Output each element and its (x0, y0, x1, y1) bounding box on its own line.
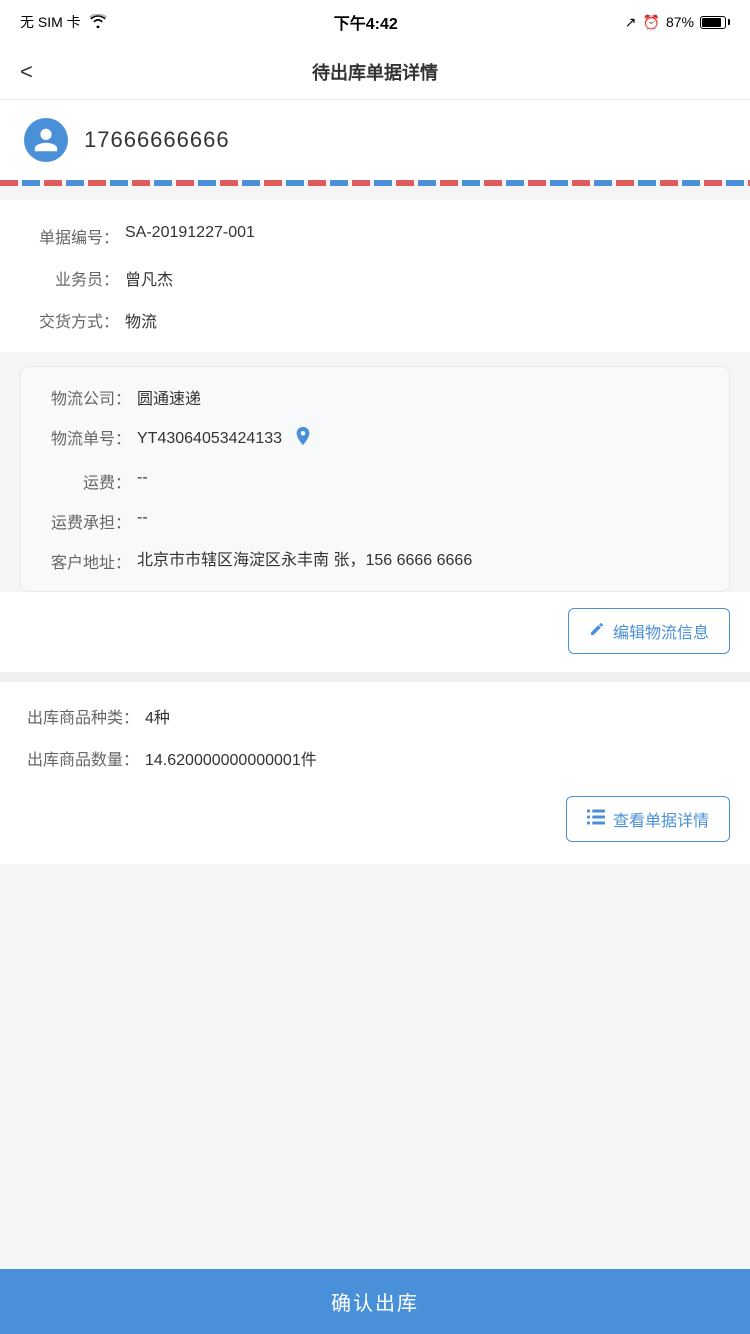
tracking-number: YT43064053424133 (137, 430, 282, 448)
freight-row: 运费： -- (41, 469, 709, 493)
freight-value: -- (131, 469, 709, 487)
salesman-label: 业务员： (24, 266, 119, 290)
dashed-divider (0, 180, 750, 186)
user-row: 17666666666 (0, 100, 750, 180)
salesman-value: 曾凡杰 (119, 266, 726, 290)
status-time: 下午4:42 (334, 10, 398, 34)
confirm-outbound-button[interactable]: 确认出库 (20, 1287, 730, 1316)
edit-logistics-section: 编辑物流信息 (0, 592, 750, 672)
back-button[interactable]: < (20, 51, 45, 93)
delivery-row: 交货方式： 物流 (24, 308, 726, 332)
wifi-icon (89, 14, 107, 31)
address-label: 客户地址： (41, 549, 131, 573)
user-phone: 17666666666 (84, 127, 230, 153)
section-divider-1 (0, 672, 750, 682)
confirm-btn-wrap: 确认出库 (0, 1269, 750, 1334)
product-quantity-value: 14.620000000000001件 (139, 746, 726, 770)
tracking-row: 物流单号： YT43064053424133 (41, 425, 709, 453)
product-quantity-label: 出库商品数量： (24, 746, 139, 770)
edit-logistics-button[interactable]: 编辑物流信息 (568, 608, 730, 654)
product-summary-section: 出库商品种类： 4种 出库商品数量： 14.620000000000001件 (0, 682, 750, 792)
view-detail-label: 查看单据详情 (613, 807, 709, 831)
logistics-company-row: 物流公司： 圆通速递 (41, 385, 709, 409)
order-info-section: 单据编号： SA-20191227-001 业务员： 曾凡杰 交货方式： 物流 (0, 200, 750, 352)
freight-bear-row: 运费承担： -- (41, 509, 709, 533)
status-bar: 无 SIM 卡 下午4:42 ↗ ⏰ 87% (0, 0, 750, 44)
order-no-row: 单据编号： SA-20191227-001 (24, 224, 726, 248)
product-types-label: 出库商品种类： (24, 704, 139, 728)
product-types-value: 4种 (139, 704, 726, 728)
alarm-status-icon: ⏰ (643, 14, 660, 31)
salesman-row: 业务员： 曾凡杰 (24, 266, 726, 290)
delivery-value: 物流 (119, 308, 726, 332)
person-icon (32, 126, 60, 154)
address-row: 客户地址： 北京市市辖区海淀区永丰南 张，156 6666 6666 (41, 549, 709, 573)
order-no-value: SA-20191227-001 (119, 224, 726, 242)
logistics-card: 物流公司： 圆通速递 物流单号： YT43064053424133 运费： --… (20, 366, 730, 592)
page-title: 待出库单据详情 (312, 59, 438, 85)
freight-bear-value: -- (131, 509, 709, 527)
product-quantity-row: 出库商品数量： 14.620000000000001件 (24, 746, 726, 770)
order-no-label: 单据编号： (24, 224, 119, 248)
address-value: 北京市市辖区海淀区永丰南 张，156 6666 6666 (131, 549, 709, 573)
freight-bear-label: 运费承担： (41, 509, 131, 533)
list-icon (587, 809, 605, 830)
view-detail-button[interactable]: 查看单据详情 (566, 796, 730, 842)
tracking-value-wrap: YT43064053424133 (131, 425, 709, 453)
status-right: ↗ ⏰ 87% (625, 14, 730, 31)
tracking-label: 物流单号： (41, 425, 131, 449)
battery-percent: 87% (666, 14, 694, 30)
avatar (24, 118, 68, 162)
view-detail-section: 查看单据详情 (0, 792, 750, 864)
product-types-row: 出库商品种类： 4种 (24, 704, 726, 728)
location-status-icon: ↗ (625, 14, 637, 31)
tracking-location-icon[interactable] (292, 425, 314, 453)
status-left: 无 SIM 卡 (20, 12, 107, 32)
bottom-spacer (0, 864, 750, 1104)
nav-bar: < 待出库单据详情 (0, 44, 750, 100)
freight-label: 运费： (41, 469, 131, 493)
logistics-company-value: 圆通速递 (131, 385, 709, 409)
logistics-company-label: 物流公司： (41, 385, 131, 409)
battery-bar (700, 16, 730, 29)
delivery-label: 交货方式： (24, 308, 119, 332)
edit-icon (589, 621, 605, 642)
edit-logistics-label: 编辑物流信息 (613, 619, 709, 643)
sim-label: 无 SIM 卡 (20, 12, 81, 32)
